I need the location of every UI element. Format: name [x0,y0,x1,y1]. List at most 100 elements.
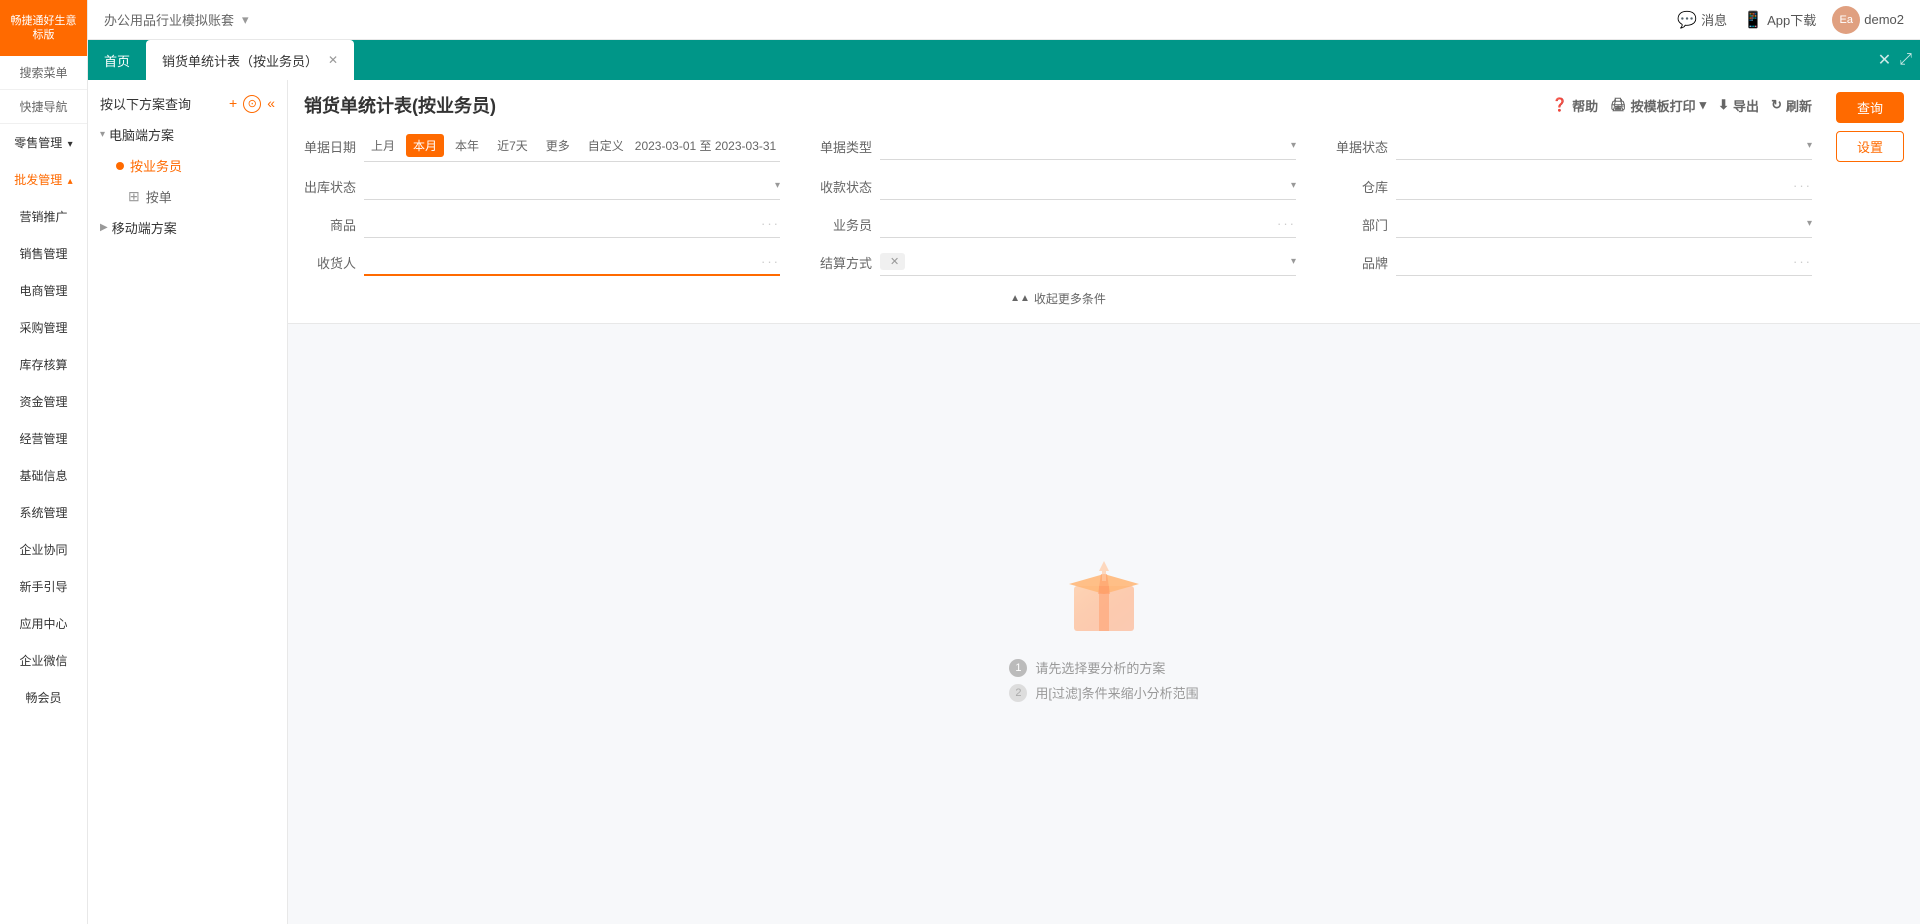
help-button[interactable]: ❓ 帮助 [1552,96,1598,115]
filter-row-1: 单据日期 上月 本月 本年 近7天 更多 自定义 [304,130,1812,162]
tab-home[interactable]: 首页 [88,40,146,80]
export-icon: ⬇ [1718,97,1729,113]
date-btn-this-year[interactable]: 本年 [448,134,486,157]
consignee-control[interactable]: ··· [364,248,780,276]
filter-out-status: 出库状态 ▾ [304,172,780,200]
sidebar-item-member[interactable]: 畅会员 [0,679,87,716]
doc-type-label: 单据类型 [820,137,872,156]
sidebar-shortcut[interactable]: 快捷导航 [0,90,87,124]
filter-goods: 商品 ··· [304,210,780,238]
empty-steps: 1 请先选择要分析的方案 2 用[过滤]条件来缩小分析范围 [1009,658,1198,702]
refresh-label: 刷新 [1786,96,1812,115]
date-btn-last7[interactable]: 近7天 [490,134,535,157]
industry-label: 办公用品行业模拟账套 [104,10,234,29]
sidebar-item-ecommerce[interactable]: 电商管理 [0,272,87,309]
chevron-down-icon: ▾ [68,139,73,150]
tab-sales-stat[interactable]: 销货单统计表（按业务员） ✕ [146,40,354,80]
refresh-button[interactable]: ↻ 刷新 [1771,96,1812,115]
date-btn-custom[interactable]: 自定义 [581,134,631,157]
filter-row-4: 收货人 ··· 结算方式 [304,248,1812,276]
date-btn-this-month[interactable]: 本月 [406,134,444,157]
sidebar-item-marketing[interactable]: 营销推广 [0,198,87,235]
salesperson-label: 业务员 [820,215,872,234]
dept-label: 部门 [1336,215,1388,234]
out-status-control[interactable]: ▾ [364,172,780,200]
doc-type-control[interactable]: ▾ [880,132,1296,160]
date-btn-last-month[interactable]: 上月 [364,134,402,157]
sidebar-item-system[interactable]: 系统管理 [0,494,87,531]
right-panel: 销货单统计表(按业务员) ❓ 帮助 🖨 按模板打印 ▾ [288,80,1920,924]
dept-control[interactable]: ▾ [1396,210,1812,238]
sidebar-item-wechat[interactable]: 企业微信 [0,642,87,679]
username-label: demo2 [1864,12,1904,27]
settings-button[interactable]: 设置 [1836,131,1904,162]
page-title-row: 销货单统计表(按业务员) ❓ 帮助 🖨 按模板打印 ▾ [304,92,1812,118]
export-button[interactable]: ⬇ 导出 [1718,96,1759,115]
sidebar-item-newguide[interactable]: 新手引导 [0,568,87,605]
pay-status-control[interactable]: ▾ [880,172,1296,200]
sidebar-item-appcenter[interactable]: 应用中心 [0,605,87,642]
collapse-panel-button[interactable]: « [267,95,275,113]
payment-tag-close[interactable]: ✕ [890,255,899,268]
sidebar-item-purchase[interactable]: 采购管理 [0,309,87,346]
sidebar-search[interactable]: 搜索菜单 [0,56,87,90]
sidebar-item-wholesale[interactable]: 批发管理 ▴ [0,161,87,198]
doc-status-control[interactable]: ▾ [1396,132,1812,160]
message-label: 消息 [1701,10,1727,29]
goods-dots[interactable]: ··· [761,216,780,231]
sidebar-item-inventory[interactable]: 库存核算 [0,346,87,383]
warehouse-label: 仓库 [1336,177,1388,196]
page-title: 销货单统计表(按业务员) [304,92,496,118]
scheme-item-by-order[interactable]: ⊞ 按单 [88,181,287,212]
tab-close-window-button[interactable]: ✕ [1878,50,1891,70]
warehouse-control[interactable]: ··· [1396,172,1812,200]
edit-scheme-button[interactable]: ⊙ [243,95,261,113]
empty-step-2: 2 用[过滤]条件来缩小分析范围 [1009,683,1198,702]
tab-close-button[interactable]: ✕ [328,53,338,67]
sidebar-item-finance[interactable]: 资金管理 [0,383,87,420]
payment-control[interactable]: ✕ ▾ [880,248,1296,276]
payment-arrow: ▾ [1291,256,1296,267]
app-download-button[interactable]: 📱 App下载 [1743,10,1816,30]
scheme-item-by-salesperson[interactable]: 按业务员 [88,150,287,181]
doc-type-arrow: ▾ [1291,140,1296,151]
salesperson-control[interactable]: ··· [880,210,1296,238]
mobile-scheme-header[interactable]: ▶ 移动端方案 [88,212,287,243]
print-button[interactable]: 🖨 按模板打印 ▾ [1610,96,1706,115]
goods-label: 商品 [304,215,356,234]
sidebar-item-enterprise[interactable]: 企业协同 [0,531,87,568]
query-button[interactable]: 查询 [1836,92,1904,123]
date-range-text: 2023-03-01 至 2023-03-31 [635,137,776,154]
panel-header: 按以下方案查询 + ⊙ « [88,88,287,119]
sidebar-item-sales[interactable]: 销售管理 [0,235,87,272]
salesperson-dots[interactable]: ··· [1277,216,1296,231]
empty-state: 1 请先选择要分析的方案 2 用[过滤]条件来缩小分析范围 [288,324,1920,924]
message-button[interactable]: 💬 消息 [1677,10,1727,30]
brand-control[interactable]: ··· [1396,248,1812,276]
filter-brand: 品牌 ··· [1336,248,1812,276]
warehouse-dots[interactable]: ··· [1793,178,1812,193]
print-dropdown-icon[interactable]: ▾ [1700,97,1707,113]
user-avatar[interactable]: Ea demo2 [1832,6,1904,34]
sidebar-item-basic[interactable]: 基础信息 [0,457,87,494]
brand-dots[interactable]: ··· [1793,254,1812,269]
active-dot [116,162,124,170]
out-status-arrow: ▾ [775,180,780,191]
date-btn-more[interactable]: 更多 [539,134,577,157]
date-control: 上月 本月 本年 近7天 更多 自定义 2023-03-01 至 2023-03… [364,130,780,162]
sidebar-item-operations[interactable]: 经营管理 [0,420,87,457]
tab-maximize-button[interactable]: ⤢ [1899,51,1912,69]
dept-arrow: ▾ [1807,218,1812,229]
goods-control[interactable]: ··· [364,210,780,238]
help-icon: ❓ [1552,97,1568,113]
collapse-button[interactable]: ▲▲ 收起更多条件 [304,286,1812,311]
out-status-label: 出库状态 [304,177,356,196]
desktop-scheme-header[interactable]: ▾ 电脑端方案 [88,119,287,150]
by-order-icon: ⊞ [128,188,140,205]
empty-state-icon [1054,546,1154,646]
add-scheme-button[interactable]: + [229,95,237,113]
step-1-num: 1 [1009,659,1027,677]
industry-dropdown-icon[interactable]: ▾ [242,12,249,28]
sidebar-item-retail[interactable]: 零售管理 ▾ [0,124,87,161]
consignee-dots[interactable]: ··· [761,254,780,269]
